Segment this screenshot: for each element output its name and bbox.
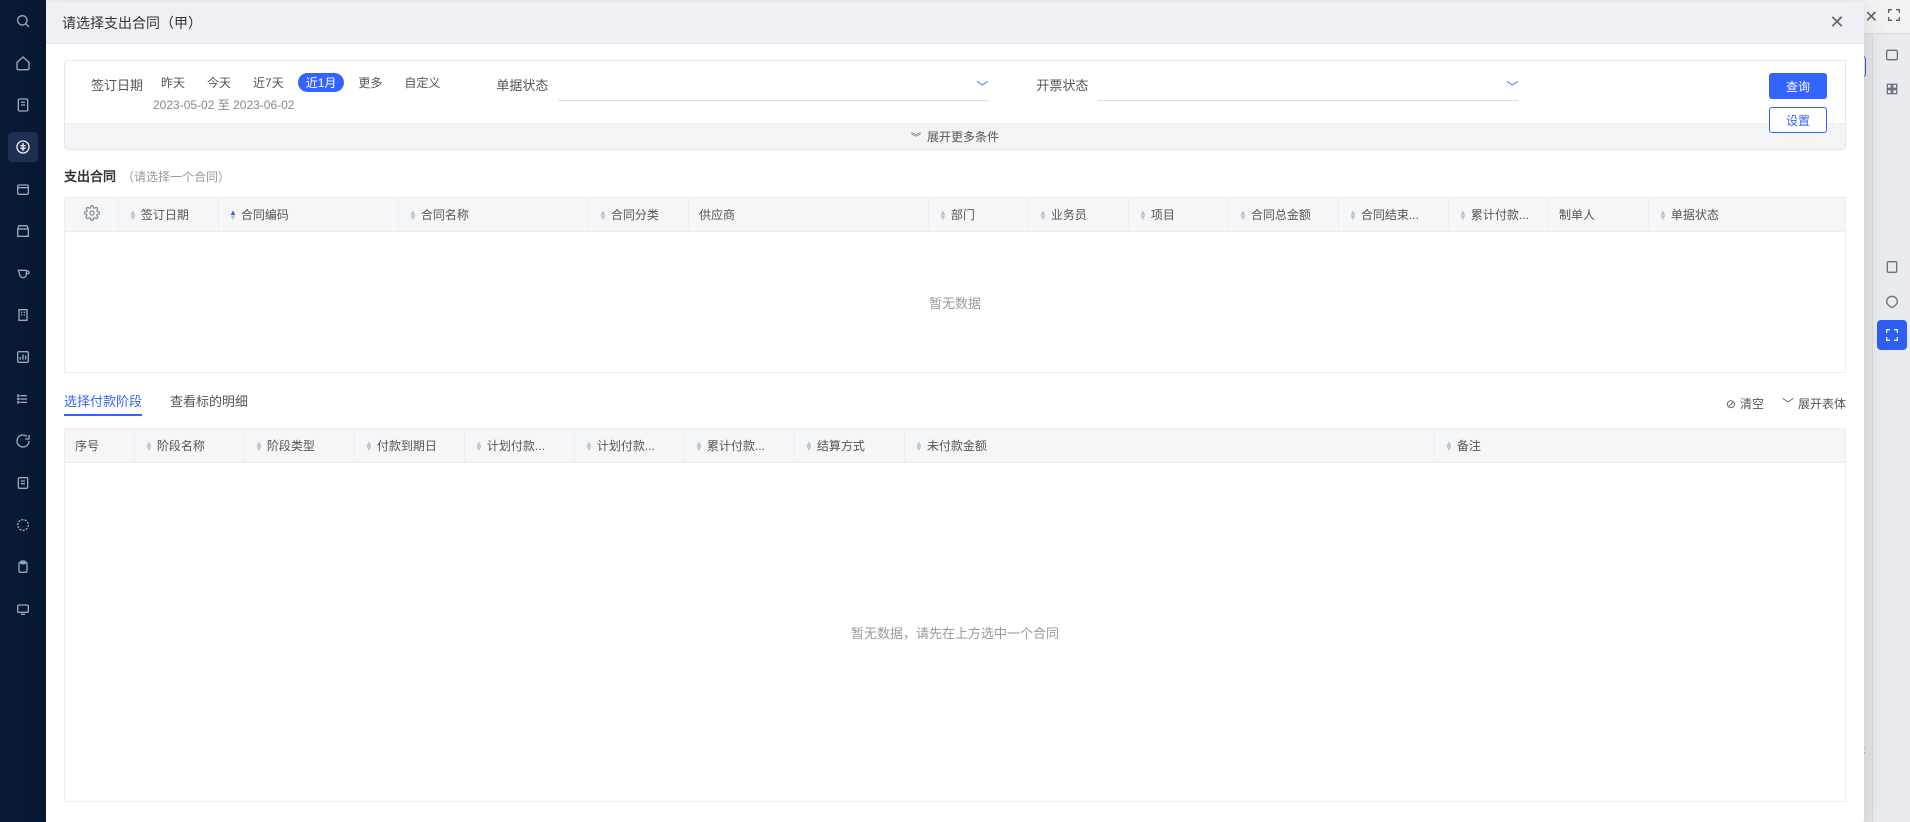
contract-section-title-text: 支出合同 bbox=[64, 166, 116, 185]
tab-view-details[interactable]: 查看标的明细 bbox=[170, 391, 248, 416]
expand-conditions-label: 展开更多条件 bbox=[927, 128, 999, 145]
th-status[interactable]: ▲▼单据状态 bbox=[1649, 198, 1845, 231]
th-gear[interactable] bbox=[65, 198, 119, 231]
filter-card: 签订日期 昨天 今天 近7天 近1月 更多 自定义 2023-05-02 至 bbox=[64, 60, 1846, 150]
date-pill-yesterday[interactable]: 昨天 bbox=[153, 73, 193, 92]
modal-body: 签订日期 昨天 今天 近7天 近1月 更多 自定义 2023-05-02 至 bbox=[46, 44, 1864, 822]
th-contract-code[interactable]: ▲▼合同编码 bbox=[219, 198, 399, 231]
contract-section-hint: （请选择一个合同） bbox=[122, 168, 230, 185]
settings-button[interactable]: 设置 bbox=[1769, 107, 1827, 133]
tab-select-stage[interactable]: 选择付款阶段 bbox=[64, 391, 142, 416]
date-quick-picks: 昨天 今天 近7天 近1月 更多 自定义 bbox=[153, 73, 448, 92]
date-to: 2023-06-02 bbox=[233, 98, 294, 112]
date-from: 2023-05-02 bbox=[153, 98, 214, 112]
sth-plan-pay2[interactable]: ▲▼计划付款... bbox=[575, 429, 685, 462]
th-supplier[interactable]: 供应商 bbox=[689, 198, 929, 231]
th-total-amount[interactable]: ▲▼合同总金额 bbox=[1229, 198, 1339, 231]
th-cum-pay[interactable]: ▲▼累计付款... bbox=[1449, 198, 1549, 231]
date-pill-1m[interactable]: 近1月 bbox=[298, 73, 345, 92]
filter-doc-status-select[interactable]: ﹀ bbox=[558, 73, 988, 101]
contract-section-title: 支出合同 （请选择一个合同） bbox=[64, 166, 1846, 185]
sth-index[interactable]: 序号 bbox=[65, 429, 135, 462]
stage-tabs-row: 选择付款阶段 查看标的明细 ⊘ 清空 ﹀ 展开表体 bbox=[64, 391, 1846, 416]
date-pill-today[interactable]: 今天 bbox=[199, 73, 239, 92]
chevron-down-icon: ﹀ bbox=[1782, 395, 1794, 412]
modal-title: 请选择支出合同（甲） bbox=[62, 13, 202, 33]
sth-stage-name[interactable]: ▲▼阶段名称 bbox=[135, 429, 245, 462]
th-category[interactable]: ▲▼合同分类 bbox=[589, 198, 689, 231]
sth-unpaid[interactable]: ▲▼未付款金额 bbox=[905, 429, 1435, 462]
stage-table-head: 序号 ▲▼阶段名称 ▲▼阶段类型 ▲▼付款到期日 ▲▼计划付款... ▲▼计划付… bbox=[65, 429, 1845, 463]
filter-doc-status: 单据状态 ﹀ bbox=[488, 73, 988, 101]
chevron-down-icon: ﹀ bbox=[1506, 78, 1518, 95]
select-contract-modal: 请选择支出合同（甲） ✕ 签订日期 昨天 今天 近7天 近1月 更多 bbox=[46, 2, 1864, 822]
expand-body-label: 展开表体 bbox=[1798, 395, 1846, 412]
sth-remark[interactable]: ▲▼备注 bbox=[1435, 429, 1845, 462]
sth-due-date[interactable]: ▲▼付款到期日 bbox=[355, 429, 465, 462]
clear-button[interactable]: ⊘ 清空 bbox=[1726, 395, 1764, 412]
th-project[interactable]: ▲▼项目 bbox=[1129, 198, 1229, 231]
query-button[interactable]: 查询 bbox=[1769, 73, 1827, 99]
sth-cum-pay[interactable]: ▲▼累计付款... bbox=[685, 429, 795, 462]
stage-table-empty: 暂无数据，请先在上方选中一个合同 bbox=[65, 463, 1845, 801]
th-dept[interactable]: ▲▼部门 bbox=[929, 198, 1029, 231]
th-contract-name[interactable]: ▲▼合同名称 bbox=[399, 198, 589, 231]
stage-tabs: 选择付款阶段 查看标的明细 bbox=[64, 391, 248, 416]
filter-invoice-status-select[interactable]: ﹀ bbox=[1098, 73, 1518, 101]
sth-stage-type[interactable]: ▲▼阶段类型 bbox=[245, 429, 355, 462]
filter-invoice-status: 开票状态 ﹀ bbox=[1028, 73, 1518, 101]
date-range-display: 2023-05-02 至 2023-06-02 bbox=[153, 96, 448, 113]
clear-label: 清空 bbox=[1740, 395, 1764, 412]
date-word: 至 bbox=[218, 98, 230, 112]
sth-plan-pay1[interactable]: ▲▼计划付款... bbox=[465, 429, 575, 462]
filter-doc-status-label: 单据状态 bbox=[488, 73, 548, 94]
modal-close-button[interactable]: ✕ bbox=[1826, 12, 1848, 34]
filter-sign-date: 签订日期 昨天 今天 近7天 近1月 更多 自定义 2023-05-02 至 bbox=[83, 73, 448, 113]
th-creator[interactable]: 制单人 bbox=[1549, 198, 1649, 231]
filter-sign-date-label: 签订日期 bbox=[83, 73, 143, 94]
modal-header: 请选择支出合同（甲） ✕ bbox=[46, 2, 1864, 44]
th-salesman[interactable]: ▲▼业务员 bbox=[1029, 198, 1129, 231]
contract-table-empty: 暂无数据 bbox=[65, 232, 1845, 372]
chevron-down-icon: ﹀ bbox=[976, 78, 988, 95]
expand-conditions-button[interactable]: ︾ 展开更多条件 bbox=[65, 123, 1845, 149]
contract-table-head: ▲▼签订日期 ▲▼合同编码 ▲▼合同名称 ▲▼合同分类 供应商 ▲▼部门 ▲▼业… bbox=[65, 198, 1845, 232]
date-pill-more[interactable]: 更多 bbox=[350, 73, 390, 92]
th-contract-end[interactable]: ▲▼合同结束... bbox=[1339, 198, 1449, 231]
sth-settle[interactable]: ▲▼结算方式 bbox=[795, 429, 905, 462]
contract-table: ▲▼签订日期 ▲▼合同编码 ▲▼合同名称 ▲▼合同分类 供应商 ▲▼部门 ▲▼业… bbox=[64, 197, 1846, 373]
clear-icon: ⊘ bbox=[1726, 397, 1736, 411]
double-chevron-down-icon: ︾ bbox=[911, 129, 921, 144]
stage-tabs-actions: ⊘ 清空 ﹀ 展开表体 bbox=[1726, 395, 1846, 412]
close-icon: ✕ bbox=[1829, 12, 1844, 33]
th-sign-date[interactable]: ▲▼签订日期 bbox=[119, 198, 219, 231]
filter-actions: 查询 设置 bbox=[1769, 73, 1827, 133]
expand-body-button[interactable]: ﹀ 展开表体 bbox=[1782, 395, 1846, 412]
date-pill-7d[interactable]: 近7天 bbox=[245, 73, 292, 92]
date-pill-custom[interactable]: 自定义 bbox=[396, 73, 448, 92]
filter-invoice-status-label: 开票状态 bbox=[1028, 73, 1088, 94]
stage-table: 序号 ▲▼阶段名称 ▲▼阶段类型 ▲▼付款到期日 ▲▼计划付款... ▲▼计划付… bbox=[64, 428, 1846, 802]
gear-icon bbox=[84, 205, 100, 224]
